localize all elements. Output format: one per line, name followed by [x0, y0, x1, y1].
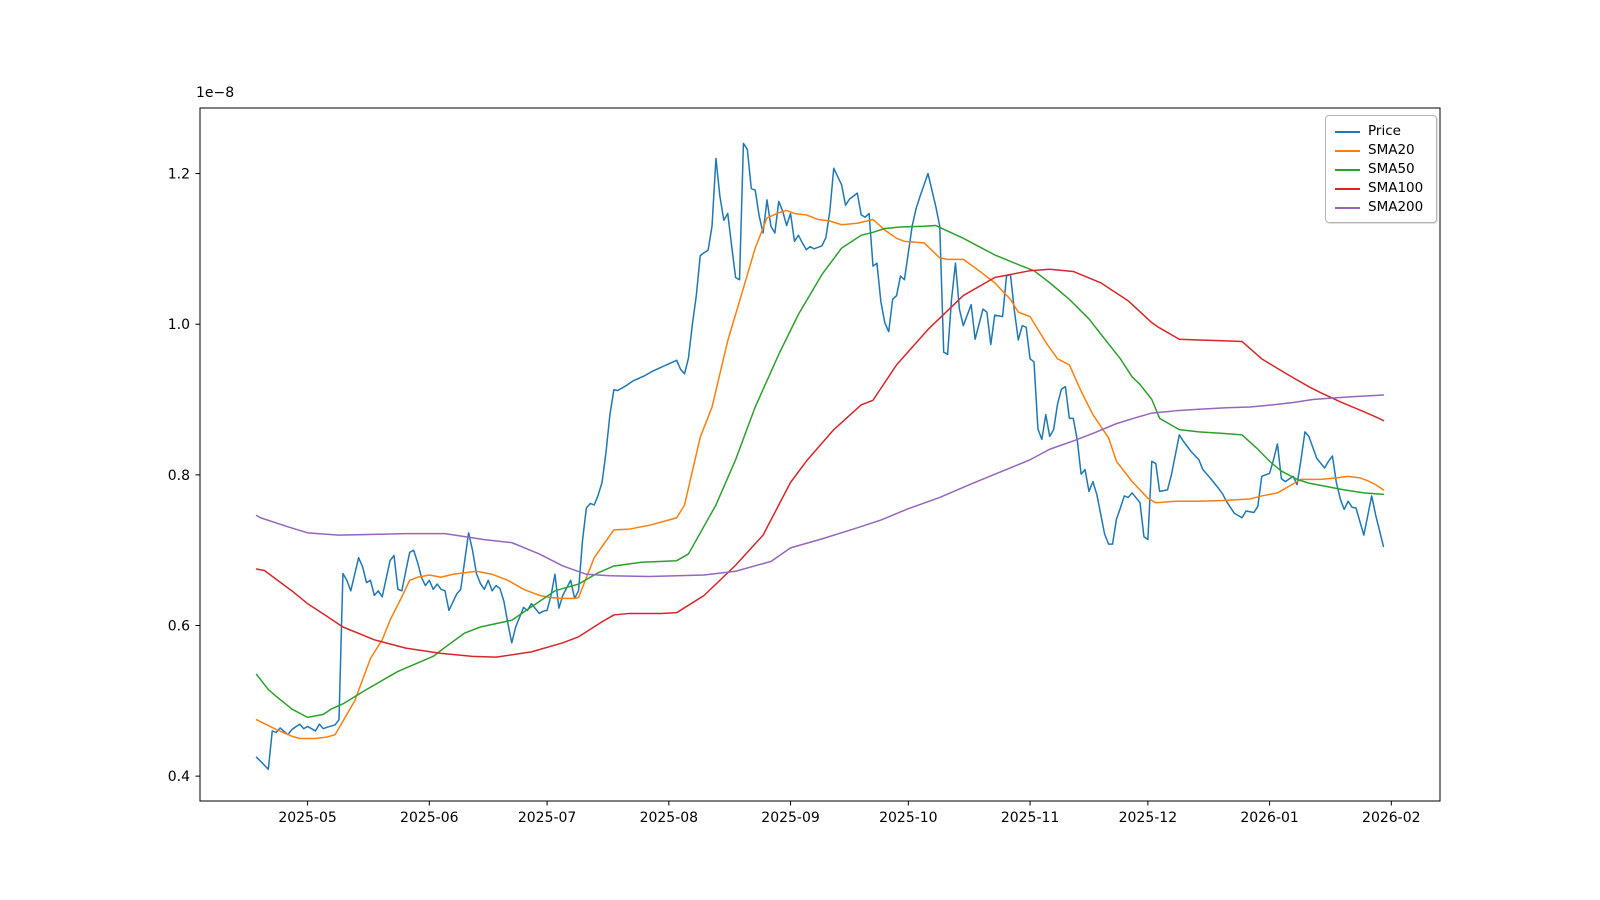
sma20-line-swatch [1335, 149, 1360, 152]
legend-item-price: Price [1335, 123, 1428, 140]
legend-item-sma200: SMA200 [1335, 199, 1428, 216]
price-line [255, 142, 1385, 771]
legend-label-sma100: SMA100 [1368, 180, 1424, 196]
price-line-swatch [1335, 130, 1360, 133]
y-tick-label-0.6: 0.6 [168, 618, 190, 634]
sma200-line-swatch [1335, 206, 1360, 209]
y-axis-offset-label: 1e−8 [196, 85, 235, 101]
sma100-line [255, 268, 1385, 658]
y-tick-label-0.4: 0.4 [168, 769, 190, 785]
x-tick-label-2025-09: 2025-09 [761, 810, 820, 826]
x-tick-label-2025-05: 2025-05 [278, 810, 337, 826]
x-tick-label-2025-07: 2025-07 [518, 810, 577, 826]
sma100-line-swatch [1335, 187, 1360, 190]
x-tick-label-2026-02: 2026-02 [1362, 810, 1421, 826]
legend-item-sma20: SMA20 [1335, 142, 1428, 159]
legend-label-sma20: SMA20 [1368, 142, 1415, 158]
y-tick-label-0.8: 0.8 [168, 468, 190, 484]
axes-frame [199, 107, 1441, 802]
x-tick-label-2025-11: 2025-11 [1001, 810, 1060, 826]
legend-label-sma50: SMA50 [1368, 161, 1415, 177]
x-tick-label-2025-10: 2025-10 [879, 810, 938, 826]
legend-item-sma50: SMA50 [1335, 161, 1428, 178]
sma50-line-swatch [1335, 168, 1360, 171]
y-tick-label-1.2: 1.2 [168, 167, 190, 183]
legend-label-sma200: SMA200 [1368, 199, 1424, 215]
y-tick-label-1.0: 1.0 [168, 317, 190, 333]
legend: Price SMA20 SMA50 SMA100 SMA200 [1325, 115, 1437, 223]
x-tick-label-2026-01: 2026-01 [1240, 810, 1299, 826]
legend-item-sma100: SMA100 [1335, 180, 1428, 197]
x-tick-label-2025-08: 2025-08 [640, 810, 699, 826]
chart-figure: 2025-05 2025-06 2025-07 2025-08 2025-09 2025-… [0, 0, 1600, 900]
sma200-line [255, 394, 1385, 578]
x-tick-label-2025-12: 2025-12 [1119, 810, 1178, 826]
legend-label-price: Price [1368, 123, 1401, 139]
sma50-line [255, 224, 1385, 719]
x-tick-label-2025-06: 2025-06 [400, 810, 459, 826]
